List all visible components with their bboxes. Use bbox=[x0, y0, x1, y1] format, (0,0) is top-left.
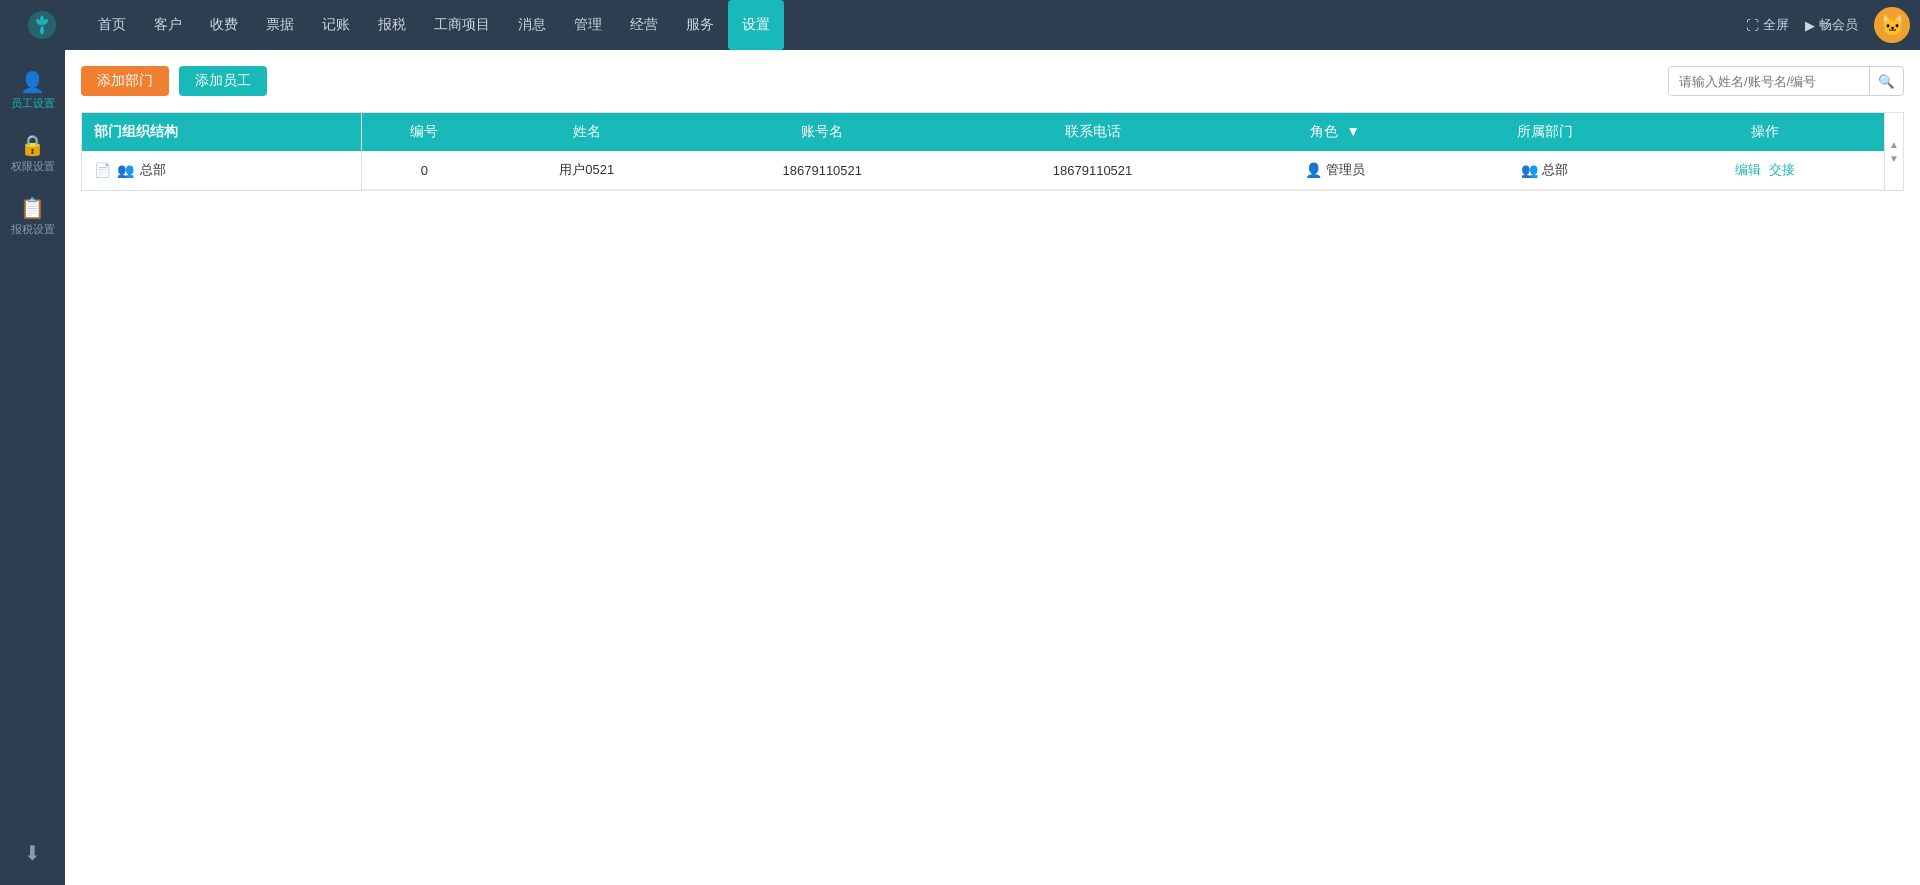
table-body: 0 用户0521 18679110521 18679110521 👤 管理员 👥… bbox=[362, 151, 1884, 190]
nav-tax[interactable]: 报税 bbox=[364, 0, 420, 50]
dept-tree-header: 部门组织结构 bbox=[82, 113, 361, 151]
nav-service[interactable]: 服务 bbox=[672, 0, 728, 50]
col-phone: 联系电话 bbox=[957, 113, 1227, 151]
sidebar-item-employee[interactable]: 👤 员工设置 bbox=[0, 60, 65, 123]
tax-setting-icon: 📋 bbox=[20, 198, 45, 218]
cell-account: 18679110521 bbox=[687, 151, 957, 190]
nav-settings[interactable]: 设置 bbox=[728, 0, 784, 50]
dept-tree-item-root[interactable]: 📄 👥 总部 bbox=[82, 151, 361, 189]
toolbar: 添加部门 添加员工 🔍 bbox=[81, 66, 1904, 96]
cell-name: 用户0521 bbox=[486, 151, 687, 190]
role-person-icon: 👤 bbox=[1305, 162, 1322, 178]
dept-user-icon: 👥 bbox=[1521, 162, 1538, 178]
filter-icon[interactable]: ▼ bbox=[1346, 123, 1360, 139]
col-account: 账号名 bbox=[687, 113, 957, 151]
sidebar-item-tax-setting[interactable]: 📋 报税设置 bbox=[0, 186, 65, 249]
cell-id: 0 bbox=[362, 151, 486, 190]
employee-icon: 👤 bbox=[20, 72, 45, 92]
search-box: 🔍 bbox=[1668, 66, 1904, 96]
table-area: 部门组织结构 📄 👥 总部 编号 姓名 账号名 联系电话 bbox=[81, 112, 1904, 191]
nav-business[interactable]: 工商项目 bbox=[420, 0, 504, 50]
sidebar-label-employee: 员工设置 bbox=[11, 96, 55, 111]
fullscreen-label: 全屏 bbox=[1763, 16, 1789, 34]
cell-dept: 👥 总部 bbox=[1443, 151, 1647, 190]
sidebar-item-permission[interactable]: 🔒 权限设置 bbox=[0, 123, 65, 186]
employee-table: 编号 姓名 账号名 联系电话 角色 ▼ 所属部门 操作 bbox=[362, 113, 1884, 190]
download-icon: ⬇ bbox=[24, 843, 41, 863]
scroll-down-arrow[interactable]: ▼ bbox=[1889, 152, 1899, 166]
search-input[interactable] bbox=[1669, 67, 1869, 95]
col-action: 操作 bbox=[1646, 113, 1884, 151]
nav-fee[interactable]: 收费 bbox=[196, 0, 252, 50]
dept-label: 总部 bbox=[1542, 161, 1568, 179]
lock-icon: 🔒 bbox=[20, 135, 45, 155]
nav-manage[interactable]: 管理 bbox=[560, 0, 616, 50]
scroll-arrows: ▲ ▼ bbox=[1884, 113, 1903, 190]
table-row: 0 用户0521 18679110521 18679110521 👤 管理员 👥… bbox=[362, 151, 1884, 190]
table-header: 编号 姓名 账号名 联系电话 角色 ▼ 所属部门 操作 bbox=[362, 113, 1884, 151]
cell-actions: 编辑交接 bbox=[1646, 151, 1884, 190]
sidebar: 👤 员工设置 🔒 权限设置 📋 报税设置 ⬇ bbox=[0, 50, 65, 885]
col-id: 编号 bbox=[362, 113, 486, 151]
nav-items: 首页 客户 收费 票据 记账 报税 工商项目 消息 管理 经营 服务 设置 bbox=[84, 0, 1746, 50]
col-dept: 所属部门 bbox=[1443, 113, 1647, 151]
add-emp-button[interactable]: 添加员工 bbox=[179, 66, 267, 96]
top-nav: 首页 客户 收费 票据 记账 报税 工商项目 消息 管理 经营 服务 设置 ⛶ … bbox=[0, 0, 1920, 50]
fullscreen-icon: ⛶ bbox=[1746, 18, 1759, 33]
col-role: 角色 ▼ bbox=[1228, 113, 1443, 151]
action-0[interactable]: 编辑 bbox=[1735, 162, 1761, 177]
sidebar-bottom-btn[interactable]: ⬇ bbox=[0, 831, 65, 875]
fullscreen-btn[interactable]: ⛶ 全屏 bbox=[1746, 16, 1789, 34]
cell-role: 👤 管理员 bbox=[1228, 151, 1443, 190]
nav-right: ⛶ 全屏 ▶ 畅会员 🐱 bbox=[1746, 7, 1910, 43]
sidebar-label-tax-setting: 报税设置 bbox=[11, 222, 55, 237]
content-area: 添加部门 添加员工 🔍 部门组织结构 📄 👥 总部 bbox=[65, 50, 1920, 885]
cell-phone: 18679110521 bbox=[957, 151, 1227, 190]
nav-accounting[interactable]: 记账 bbox=[308, 0, 364, 50]
nav-home[interactable]: 首页 bbox=[84, 0, 140, 50]
action-1[interactable]: 交接 bbox=[1769, 162, 1795, 177]
add-dept-button[interactable]: 添加部门 bbox=[81, 66, 169, 96]
main-container: 👤 员工设置 🔒 权限设置 📋 报税设置 ⬇ 添加部门 添加员工 🔍 bbox=[0, 50, 1920, 885]
dept-file-icon: 📄 bbox=[94, 162, 111, 178]
vip-btn[interactable]: ▶ 畅会员 bbox=[1805, 16, 1858, 34]
dept-tree: 部门组织结构 📄 👥 总部 bbox=[82, 113, 362, 190]
nav-invoice[interactable]: 票据 bbox=[252, 0, 308, 50]
nav-customer[interactable]: 客户 bbox=[140, 0, 196, 50]
sidebar-label-permission: 权限设置 bbox=[11, 159, 55, 174]
col-name: 姓名 bbox=[486, 113, 687, 151]
vip-icon: ▶ bbox=[1805, 18, 1815, 33]
nav-operation[interactable]: 经营 bbox=[616, 0, 672, 50]
search-icon: 🔍 bbox=[1878, 74, 1895, 89]
emp-table: 编号 姓名 账号名 联系电话 角色 ▼ 所属部门 操作 bbox=[362, 113, 1884, 190]
dept-name: 总部 bbox=[140, 161, 166, 179]
search-button[interactable]: 🔍 bbox=[1869, 67, 1903, 95]
nav-message[interactable]: 消息 bbox=[504, 0, 560, 50]
dept-person-icon: 👥 bbox=[117, 162, 134, 178]
vip-label: 畅会员 bbox=[1819, 16, 1858, 34]
scroll-up-arrow[interactable]: ▲ bbox=[1889, 138, 1899, 152]
logo bbox=[10, 7, 74, 43]
role-label: 管理员 bbox=[1326, 161, 1365, 179]
avatar[interactable]: 🐱 bbox=[1874, 7, 1910, 43]
